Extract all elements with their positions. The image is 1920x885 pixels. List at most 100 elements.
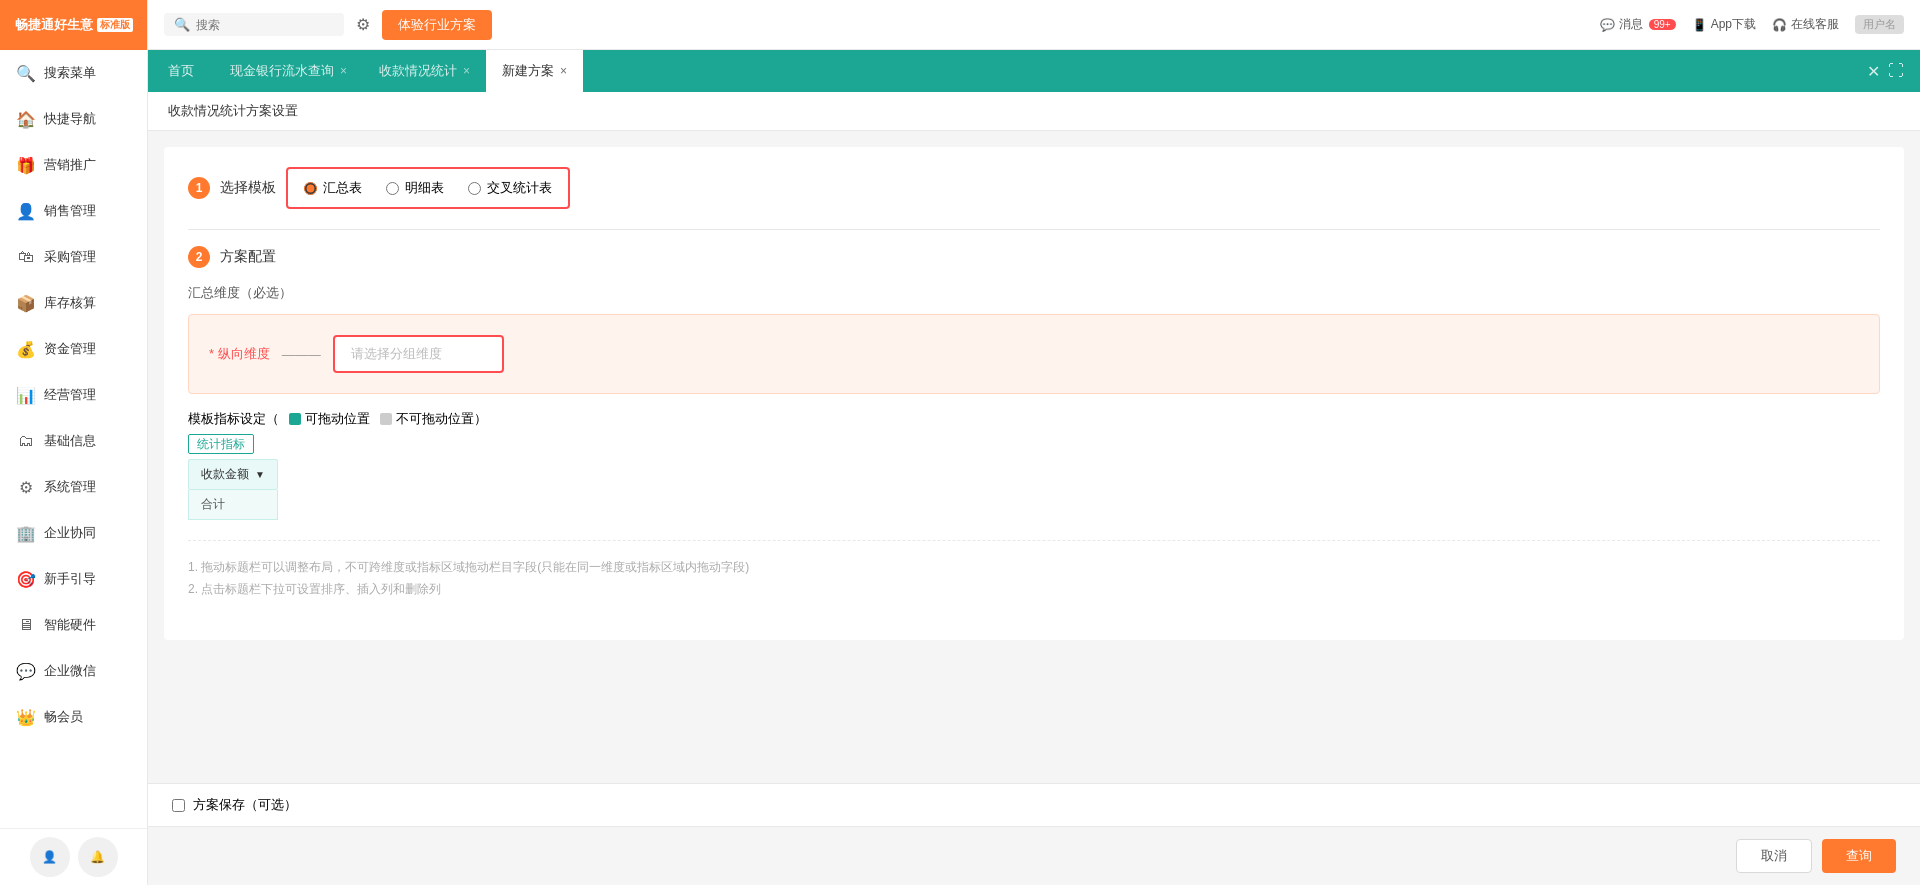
message-action[interactable]: 💬 消息 99+ bbox=[1600, 16, 1676, 33]
radio-detail-label: 明细表 bbox=[405, 179, 444, 197]
metrics-header: 模板指标设定（ 可拖动位置 不可拖动位置） bbox=[188, 410, 1880, 428]
radio-cross-input[interactable] bbox=[468, 182, 481, 195]
expand-icon[interactable]: ⛶ bbox=[1888, 62, 1904, 80]
metrics-table-body: 合计 bbox=[188, 490, 278, 520]
tip2: 2. 点击标题栏下拉可设置排序、插入列和删除列 bbox=[188, 579, 1880, 601]
sidebar-item-finance[interactable]: 💰 资金管理 bbox=[0, 326, 147, 372]
dimension-area: 纵向维度 ——— 请选择分组维度 bbox=[188, 314, 1880, 394]
search-box[interactable]: 🔍 bbox=[164, 13, 344, 36]
target-icon: 🎯 bbox=[16, 570, 36, 589]
draggable-label: 可拖动位置 bbox=[305, 410, 370, 428]
radio-summary-label: 汇总表 bbox=[323, 179, 362, 197]
metric-header-label: 收款金额 bbox=[201, 466, 249, 483]
monitor-icon: 🖥 bbox=[16, 616, 36, 634]
headset-icon: 🎧 bbox=[1772, 18, 1787, 32]
service-action[interactable]: 🎧 在线客服 bbox=[1772, 16, 1839, 33]
app-download-action[interactable]: 📱 App下载 bbox=[1692, 16, 1756, 33]
save-section: 方案保存（可选） bbox=[148, 783, 1920, 826]
metrics-table: 统计指标 收款金额 ▼ 合计 bbox=[188, 436, 278, 520]
box-icon: 📦 bbox=[16, 294, 36, 313]
sidebar-item-search[interactable]: 🔍 搜索菜单 bbox=[0, 50, 147, 96]
arrow-icon: ——— bbox=[282, 347, 321, 362]
metrics-table-header[interactable]: 收款金额 ▼ bbox=[188, 459, 278, 490]
cancel-button[interactable]: 取消 bbox=[1736, 839, 1812, 873]
main-content: 🔍 ⚙ 体验行业方案 💬 消息 99+ 📱 App下载 🎧 在线客服 用户名 首… bbox=[148, 0, 1920, 885]
metrics-section: 模板指标设定（ 可拖动位置 不可拖动位置） bbox=[188, 410, 1880, 520]
search-icon: 🔍 bbox=[16, 64, 36, 83]
tab-home[interactable]: 首页 bbox=[148, 50, 214, 92]
radio-summary-input[interactable] bbox=[304, 182, 317, 195]
tab-label: 收款情况统计 bbox=[379, 62, 457, 80]
sidebar-item-ops[interactable]: 📊 经营管理 bbox=[0, 372, 147, 418]
step2-num: 2 bbox=[188, 246, 210, 268]
radio-detail[interactable]: 明细表 bbox=[386, 179, 444, 197]
divider1 bbox=[188, 229, 1880, 230]
tab-collection[interactable]: 收款情况统计 × bbox=[363, 50, 486, 92]
user-avatar[interactable]: 用户名 bbox=[1855, 15, 1904, 34]
sidebar-item-enterprise[interactable]: 🏢 企业协同 bbox=[0, 510, 147, 556]
tab-new-plan[interactable]: 新建方案 × bbox=[486, 50, 583, 92]
tab-close-cashflow[interactable]: × bbox=[340, 64, 347, 78]
sidebar-item-system[interactable]: ⚙ 系统管理 bbox=[0, 464, 147, 510]
sidebar-item-label: 经营管理 bbox=[44, 386, 96, 404]
home-icon: 🏠 bbox=[16, 110, 36, 129]
vertical-dimension-label: 纵向维度 bbox=[209, 345, 270, 363]
sidebar-item-guide[interactable]: 🎯 新手引导 bbox=[0, 556, 147, 602]
phone-icon: 📱 bbox=[1692, 18, 1707, 32]
close-window-icon[interactable]: ✕ bbox=[1867, 62, 1880, 81]
tab-bar: 首页 现金银行流水查询 × 收款情况统计 × 新建方案 × ✕ ⛶ bbox=[148, 50, 1920, 92]
money-icon: 💰 bbox=[16, 340, 36, 359]
search-input[interactable] bbox=[196, 18, 316, 32]
industry-button[interactable]: 体验行业方案 bbox=[382, 10, 492, 40]
sidebar-item-basic[interactable]: 🗂 基础信息 bbox=[0, 418, 147, 464]
save-checkbox[interactable] bbox=[172, 799, 185, 812]
non-draggable-indicator bbox=[380, 413, 392, 425]
settings-icon[interactable]: ⚙ bbox=[356, 15, 370, 34]
radio-group-templates: 汇总表 明细表 交叉统计表 bbox=[304, 179, 552, 197]
dimension-dropdown[interactable]: 请选择分组维度 bbox=[333, 335, 504, 373]
tab-bar-right: ✕ ⛶ bbox=[1867, 62, 1920, 81]
top-bar: 🔍 ⚙ 体验行业方案 💬 消息 99+ 📱 App下载 🎧 在线客服 用户名 bbox=[148, 0, 1920, 50]
sidebar-item-label: 销售管理 bbox=[44, 202, 96, 220]
logo-badge: 标准版 bbox=[97, 18, 133, 32]
sidebar-item-label: 畅会员 bbox=[44, 708, 83, 726]
sidebar-item-purchase[interactable]: 🛍 采购管理 bbox=[0, 234, 147, 280]
sidebar-item-member[interactable]: 👑 畅会员 bbox=[0, 694, 147, 740]
radio-summary[interactable]: 汇总表 bbox=[304, 179, 362, 197]
sidebar-item-label: 系统管理 bbox=[44, 478, 96, 496]
sidebar-item-label: 搜索菜单 bbox=[44, 64, 96, 82]
sidebar-item-wechat[interactable]: 💬 企业微信 bbox=[0, 648, 147, 694]
service-label: 在线客服 bbox=[1791, 16, 1839, 33]
dimension-title: 汇总维度（必选） bbox=[188, 284, 1880, 302]
sidebar-item-label: 智能硬件 bbox=[44, 616, 96, 634]
tab-close-new[interactable]: × bbox=[560, 64, 567, 78]
sidebar-item-label: 基础信息 bbox=[44, 432, 96, 450]
sidebar-bottom-icon2[interactable]: 🔔 bbox=[78, 837, 118, 877]
sidebar-item-label: 采购管理 bbox=[44, 248, 96, 266]
stat-indicator-label: 统计指标 bbox=[188, 434, 254, 454]
draggable-hint: 可拖动位置 bbox=[289, 410, 370, 428]
gear-icon: ⚙ bbox=[16, 478, 36, 497]
tab-cashflow[interactable]: 现金银行流水查询 × bbox=[214, 50, 363, 92]
sidebar-item-hardware[interactable]: 🖥 智能硬件 bbox=[0, 602, 147, 648]
sidebar-item-inventory[interactable]: 📦 库存核算 bbox=[0, 280, 147, 326]
sidebar-item-label: 资金管理 bbox=[44, 340, 96, 358]
radio-detail-input[interactable] bbox=[386, 182, 399, 195]
sidebar-item-label: 企业协同 bbox=[44, 524, 96, 542]
sidebar-item-marketing[interactable]: 🎁 营销推广 bbox=[0, 142, 147, 188]
sidebar-item-nav[interactable]: 🏠 快捷导航 bbox=[0, 96, 147, 142]
step1-title: 选择模板 bbox=[220, 179, 276, 197]
tab-label: 新建方案 bbox=[502, 62, 554, 80]
query-button[interactable]: 查询 bbox=[1822, 839, 1896, 873]
sidebar-bottom-icon1[interactable]: 👤 bbox=[30, 837, 70, 877]
radio-cross[interactable]: 交叉统计表 bbox=[468, 179, 552, 197]
page-breadcrumb: 收款情况统计方案设置 bbox=[148, 92, 1920, 131]
sidebar-item-sales[interactable]: 👤 销售管理 bbox=[0, 188, 147, 234]
template-selection-box: 汇总表 明细表 交叉统计表 bbox=[286, 167, 570, 209]
search-icon: 🔍 bbox=[174, 17, 190, 32]
sidebar: 畅捷通好生意 标准版 🔍 搜索菜单 🏠 快捷导航 🎁 营销推广 👤 销售管理 🛍… bbox=[0, 0, 148, 885]
settings-panel: 1 选择模板 汇总表 明细表 bbox=[164, 147, 1904, 640]
tab-label: 现金银行流水查询 bbox=[230, 62, 334, 80]
folder-icon: 🗂 bbox=[16, 432, 36, 450]
tab-close-collection[interactable]: × bbox=[463, 64, 470, 78]
